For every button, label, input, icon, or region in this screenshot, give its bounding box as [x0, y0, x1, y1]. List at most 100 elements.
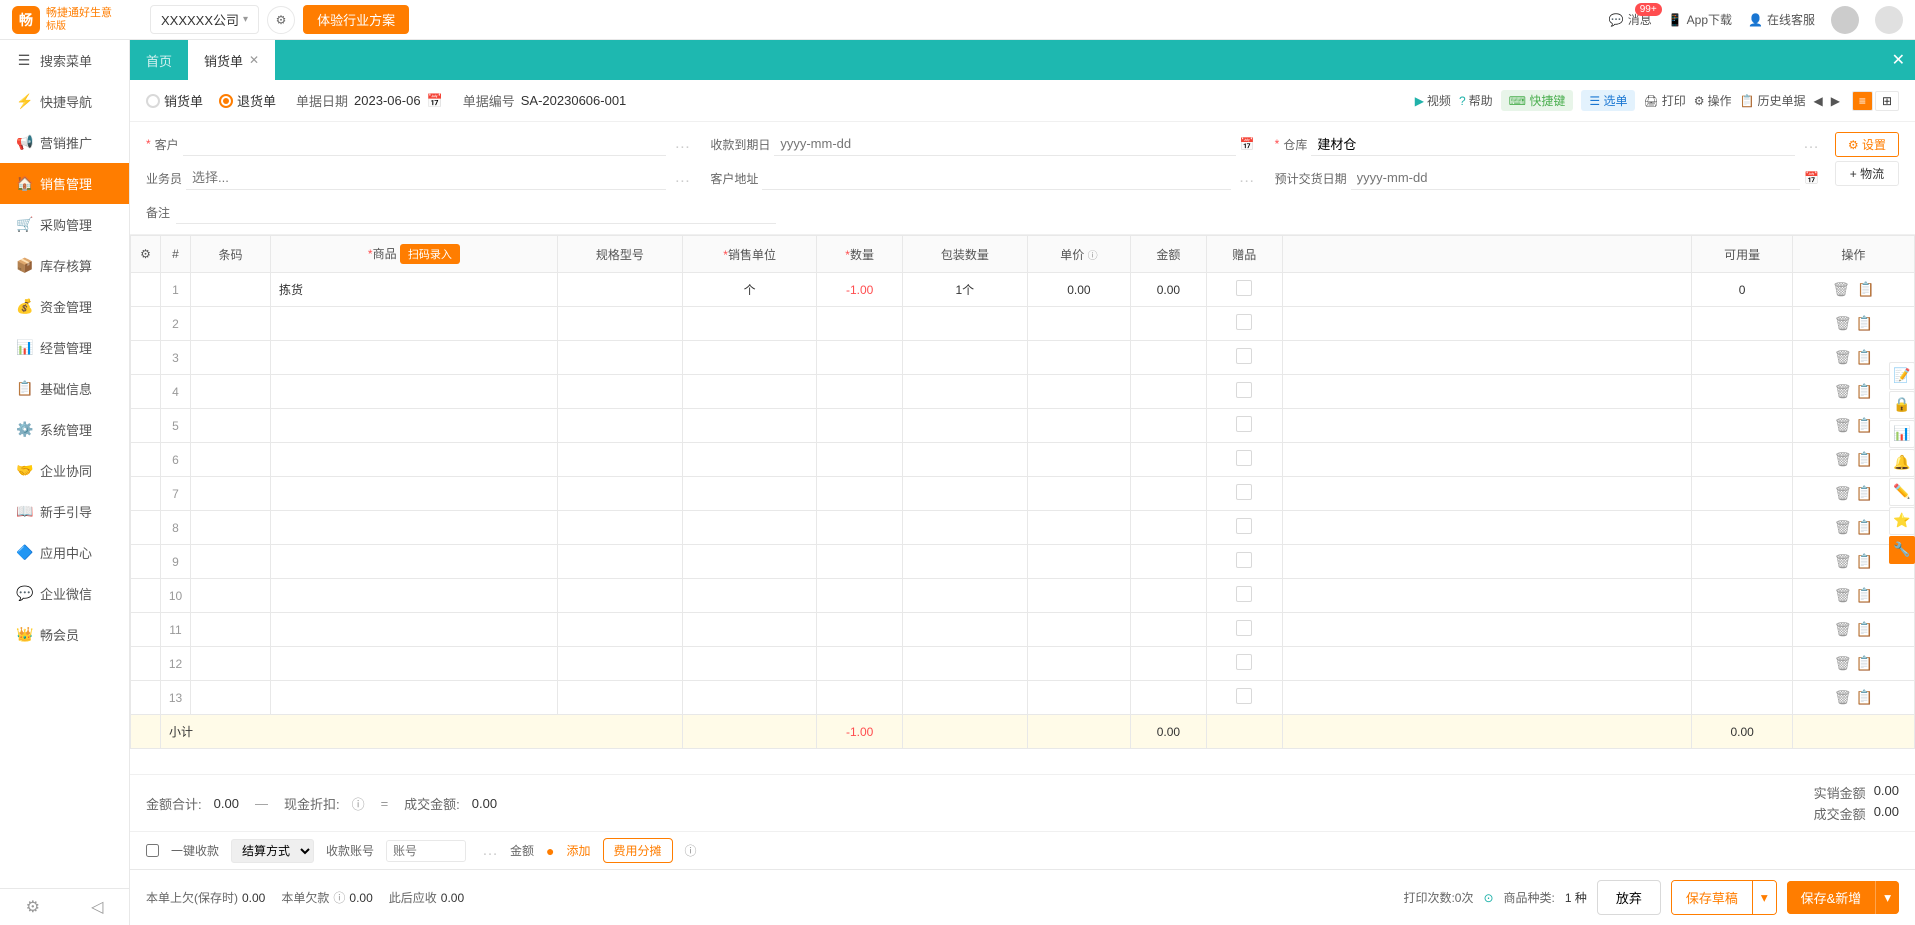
sidebar-item-quicknav[interactable]: ⚡ 快捷导航 — [0, 81, 129, 122]
gift-checkbox[interactable] — [1236, 348, 1252, 364]
save-new-arrow-btn[interactable]: ▾ — [1876, 881, 1899, 914]
delete-row-icon[interactable]: 🗑 — [1834, 417, 1852, 433]
calc-method-select[interactable]: 结算方式 — [231, 839, 314, 863]
gift-checkbox[interactable] — [1236, 518, 1252, 534]
copy-row-icon[interactable]: 📋 — [1856, 621, 1873, 637]
select-list-btn[interactable]: ☰ 选单 — [1581, 90, 1635, 111]
discount-info-icon[interactable]: ⓘ — [352, 794, 365, 813]
float-btn-2[interactable]: 🔒 — [1889, 391, 1915, 419]
row-price[interactable]: 0.00 — [1027, 273, 1130, 307]
delete-row-icon[interactable]: 🗑 — [1834, 451, 1852, 467]
payment-due-input[interactable] — [774, 132, 1235, 156]
add-payment-btn[interactable]: 添加 — [567, 842, 591, 859]
copy-row-icon[interactable]: 📋 — [1856, 349, 1873, 365]
view-grid-icon[interactable]: ⊞ — [1875, 91, 1899, 111]
gift-checkbox[interactable] — [1236, 450, 1252, 466]
account-select-icon[interactable]: … — [482, 842, 498, 860]
next-btn[interactable]: ▶ — [1831, 94, 1840, 108]
app-download-button[interactable]: 📱 App下载 — [1668, 11, 1732, 28]
copy-row-icon[interactable]: 📋 — [1856, 587, 1873, 603]
tab-home[interactable]: 首页 — [130, 40, 188, 80]
copy-row-icon[interactable]: 📋 — [1856, 655, 1873, 671]
float-btn-5[interactable]: ✏️ — [1889, 478, 1915, 506]
copy-row-icon[interactable]: 📋 — [1857, 281, 1874, 297]
float-btn-6[interactable]: ⭐ — [1889, 507, 1915, 535]
scan-barcode-btn[interactable]: 扫码录入 — [400, 244, 460, 264]
save-draft-arrow-btn[interactable]: ▾ — [1753, 881, 1776, 914]
prev-btn[interactable]: ◀ — [1813, 94, 1822, 108]
remark-input[interactable] — [176, 200, 776, 224]
sidebar-item-collab[interactable]: 🤝 企业协同 — [0, 450, 129, 491]
product-types-info-icon[interactable]: ⊙ — [1483, 891, 1493, 905]
sidebar-item-basic-info[interactable]: 📋 基础信息 — [0, 368, 129, 409]
sidebar-item-finance[interactable]: 💰 资金管理 — [0, 286, 129, 327]
delete-row-icon[interactable]: 🗑 — [1834, 621, 1852, 637]
expected-delivery-input[interactable] — [1351, 166, 1800, 190]
calendar-icon[interactable]: 📅 — [427, 93, 443, 109]
row-qty[interactable]: -1.00 — [817, 273, 902, 307]
print-btn[interactable]: 🖨 打印 — [1643, 92, 1685, 109]
logistics-button[interactable]: + 物流 — [1835, 161, 1899, 186]
sidebar-item-apps[interactable]: 🔷 应用中心 — [0, 532, 129, 573]
sidebar-item-wechat[interactable]: 💬 企业微信 — [0, 573, 129, 614]
settings-icon[interactable]: ⚙ — [267, 6, 295, 34]
add-payment-icon[interactable]: ● — [546, 843, 554, 859]
row-unit[interactable]: 个 — [682, 273, 817, 307]
doc-debt-info-icon[interactable]: ⓘ — [333, 889, 345, 906]
delete-row-icon[interactable]: 🗑 — [1834, 383, 1852, 399]
save-draft-btn[interactable]: 保存草稿 — [1672, 881, 1753, 914]
shortcut-btn[interactable]: ⌨ 快捷键 — [1501, 90, 1574, 111]
sidebar-item-system[interactable]: ⚙️ 系统管理 — [0, 409, 129, 450]
save-new-btn[interactable]: 保存&新增 — [1787, 881, 1877, 914]
message-button[interactable]: 💬 消息 99+ — [1609, 11, 1652, 28]
gift-checkbox[interactable] — [1236, 586, 1252, 602]
row-amount[interactable]: 0.00 — [1131, 273, 1207, 307]
copy-row-icon[interactable]: 📋 — [1856, 417, 1873, 433]
float-btn-7[interactable]: 🔧 — [1889, 536, 1915, 564]
warehouse-input[interactable] — [1311, 132, 1795, 156]
fee-info-icon[interactable]: ⓘ — [685, 842, 697, 859]
row-gift[interactable] — [1206, 273, 1282, 307]
gift-checkbox[interactable] — [1236, 280, 1252, 296]
address-select-icon[interactable]: … — [1239, 169, 1255, 187]
salesperson-input[interactable] — [186, 166, 666, 190]
sidebar-item-vip[interactable]: 👑 畅会员 — [0, 614, 129, 655]
gift-checkbox[interactable] — [1236, 552, 1252, 568]
gift-checkbox[interactable] — [1236, 484, 1252, 500]
row-barcode[interactable] — [191, 273, 271, 307]
tab-close-icon[interactable]: ✕ — [249, 53, 259, 67]
trial-button[interactable]: 体验行业方案 — [303, 5, 409, 34]
row-memo[interactable] — [1282, 273, 1692, 307]
tab-sales-order[interactable]: 销货单 ✕ — [188, 40, 275, 80]
gift-checkbox[interactable] — [1236, 416, 1252, 432]
customer-select-icon[interactable]: … — [674, 135, 690, 153]
one-click-payment-checkbox[interactable] — [146, 844, 159, 857]
delete-row-icon[interactable]: 🗑 — [1832, 281, 1850, 297]
fee-split-btn[interactable]: 费用分摊 — [603, 838, 673, 863]
gift-checkbox[interactable] — [1236, 314, 1252, 330]
float-btn-1[interactable]: 📝 — [1889, 362, 1915, 390]
copy-row-icon[interactable]: 📋 — [1856, 315, 1873, 331]
customer-address-input[interactable] — [762, 166, 1230, 190]
help-btn[interactable]: ? 帮助 — [1459, 92, 1493, 109]
user-avatar2[interactable] — [1875, 6, 1903, 34]
salesperson-select-icon[interactable]: … — [674, 169, 690, 187]
delete-row-icon[interactable]: 🗑 — [1834, 315, 1852, 331]
float-btn-4[interactable]: 🔔 — [1889, 449, 1915, 477]
account-input[interactable] — [386, 840, 466, 862]
delete-row-icon[interactable]: 🗑 — [1834, 519, 1852, 535]
online-service-button[interactable]: 👤 在线客服 — [1748, 11, 1815, 28]
sidebar-item-purchase[interactable]: 🛒 采购管理 — [0, 204, 129, 245]
gift-checkbox[interactable] — [1236, 382, 1252, 398]
gift-checkbox[interactable] — [1236, 620, 1252, 636]
sidebar-item-guide[interactable]: 📖 新手引导 — [0, 491, 129, 532]
tab-close-all-icon[interactable]: ✕ — [1892, 50, 1905, 70]
delete-row-icon[interactable]: 🗑 — [1834, 689, 1852, 705]
delete-row-icon[interactable]: 🗑 — [1834, 655, 1852, 671]
sidebar-item-inventory[interactable]: 📦 库存核算 — [0, 245, 129, 286]
sidebar-item-management[interactable]: 📊 经营管理 — [0, 327, 129, 368]
row-spec[interactable] — [557, 273, 682, 307]
history-btn[interactable]: 📋 历史单据 — [1739, 92, 1805, 109]
return-order-radio[interactable]: 退货单 — [219, 91, 276, 110]
table-gear-icon[interactable]: ⚙ — [140, 247, 151, 261]
